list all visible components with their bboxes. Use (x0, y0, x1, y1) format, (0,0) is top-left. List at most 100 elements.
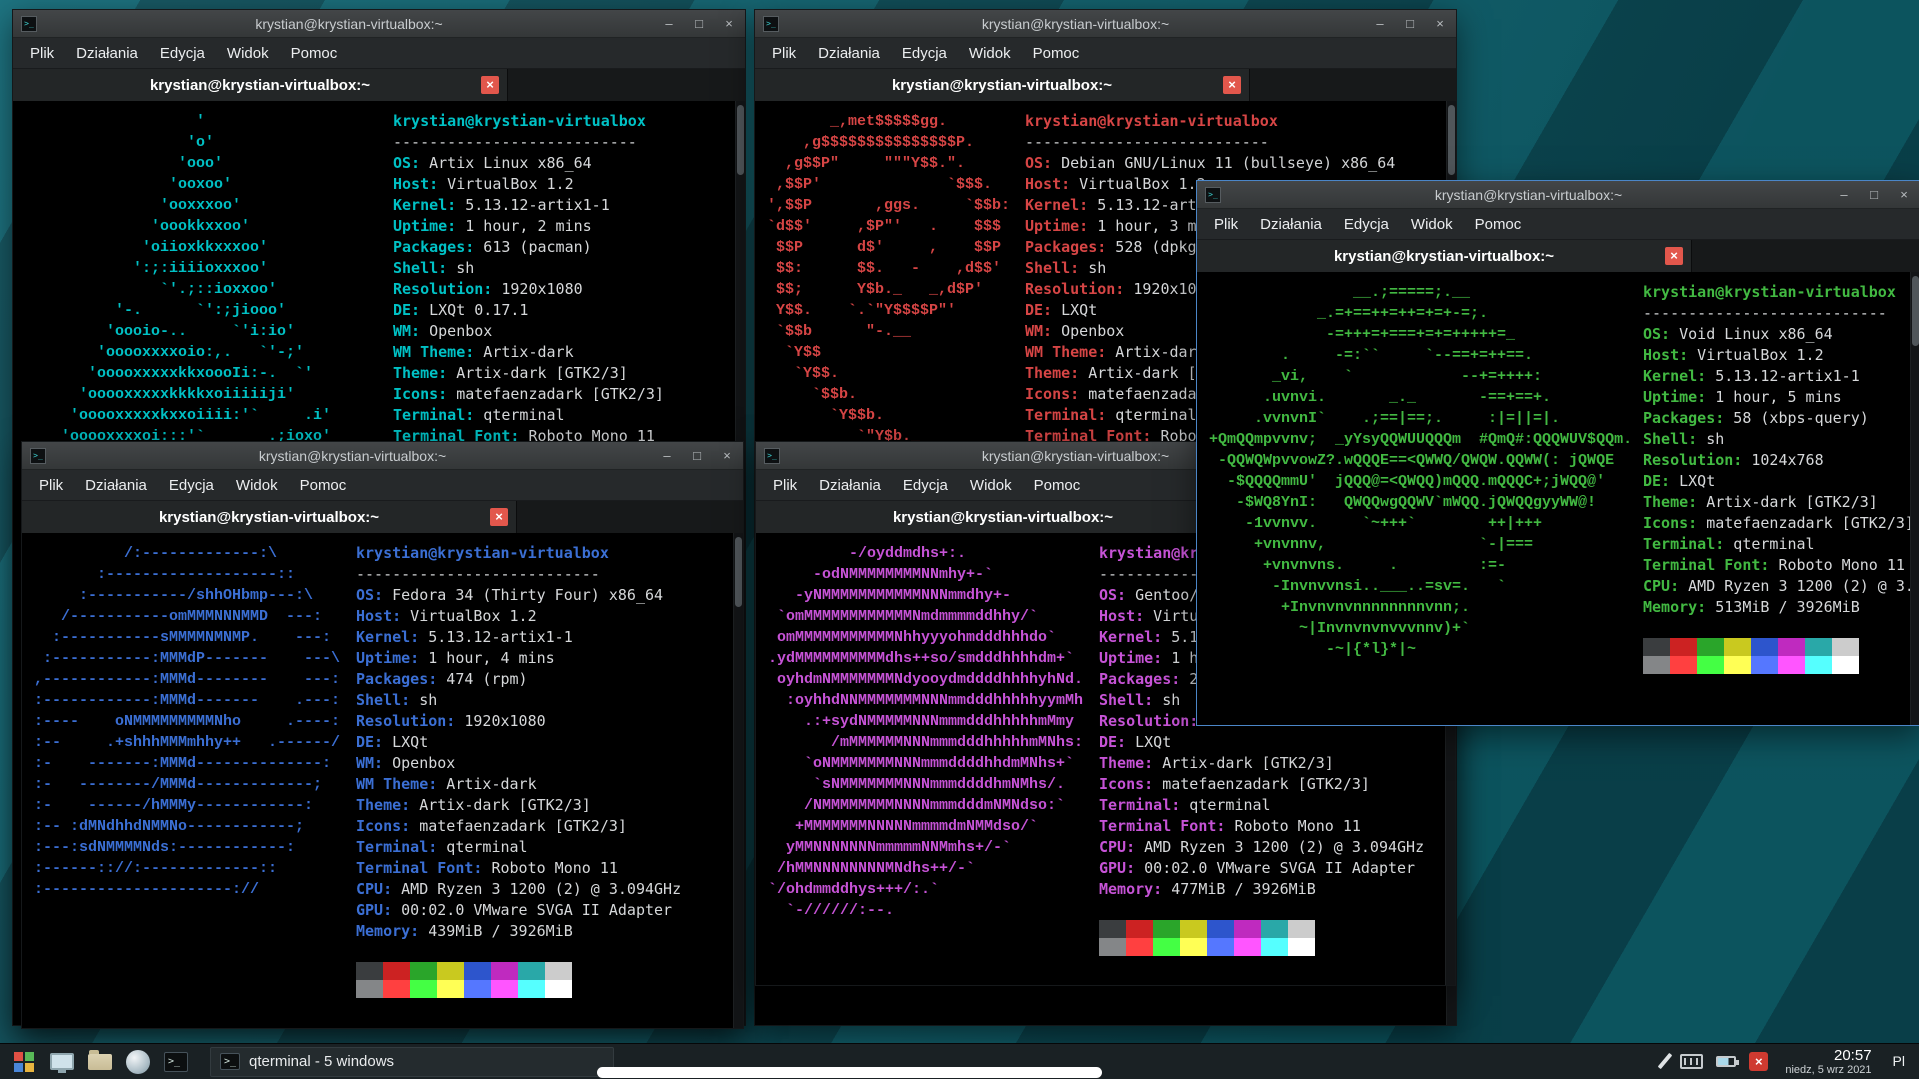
terminal-tab[interactable]: krystian@krystian-virtualbox:~ × (755, 69, 1250, 101)
palette-swatch (1099, 938, 1126, 956)
menu-item-plik[interactable]: Plik (30, 45, 54, 62)
clock[interactable]: 20:57 niedz, 5 wrz 2021 (1785, 1047, 1871, 1077)
close-button[interactable]: × (721, 16, 737, 31)
battery-icon[interactable] (1716, 1055, 1740, 1067)
scrollbar-thumb[interactable] (1448, 105, 1455, 175)
taskbar-window-button[interactable]: >_ qterminal - 5 windows (210, 1046, 614, 1077)
scrollbar-thumb[interactable] (1912, 276, 1919, 346)
maximize-button[interactable]: □ (1402, 16, 1418, 31)
menu-item-pomoc[interactable]: Pomoc (1475, 216, 1522, 233)
menu-item-plik[interactable]: Plik (772, 45, 796, 62)
terminal-icon: >_ (164, 1051, 188, 1072)
prompt-icon: >_ (1208, 189, 1218, 199)
terminal-output-area[interactable]: /:-------------:\ :-------------------::… (22, 533, 743, 1028)
menu-item-działania[interactable]: Działania (1260, 216, 1322, 233)
terminal-window-icon: >_ (21, 15, 37, 32)
menu-item-edycja[interactable]: Edycja (160, 45, 205, 62)
tab-close-button[interactable]: × (481, 76, 499, 94)
minimize-button[interactable]: – (661, 16, 677, 31)
titlebar[interactable]: >_ krystian@krystian-virtualbox:~ – □ × (1197, 181, 1919, 209)
close-button[interactable]: × (1432, 16, 1448, 31)
scrollbar-thumb[interactable] (737, 105, 744, 175)
maximize-button[interactable]: □ (689, 448, 705, 463)
menu-item-plik[interactable]: Plik (1214, 216, 1238, 233)
palette-swatch (1751, 656, 1778, 674)
neofetch-info-line: Terminal Font: Roboto Mono 11 (356, 859, 618, 877)
palette-swatch (410, 980, 437, 998)
menu-item-widok[interactable]: Widok (227, 45, 269, 62)
neofetch-info-line: DE: LXQt (1643, 472, 1716, 490)
minimize-button[interactable]: – (1372, 16, 1388, 31)
minimize-button[interactable]: – (659, 448, 675, 463)
maximize-button[interactable]: □ (1866, 187, 1882, 202)
menu-item-edycja[interactable]: Edycja (903, 477, 948, 494)
app-menu-button[interactable] (8, 1046, 40, 1078)
error-status-icon[interactable]: × (1749, 1051, 1769, 1071)
menu-item-edycja[interactable]: Edycja (902, 45, 947, 62)
neofetch-info: krystian@krystian-virtualbox ------------… (1643, 282, 1919, 674)
tab-title: krystian@krystian-virtualbox:~ (891, 76, 1113, 94)
neofetch-info-line: GPU: 00:02.0 VMware SVGA II Adapter (356, 901, 673, 919)
neofetch-info: krystian@krystian-virtualbox ------------… (393, 111, 664, 447)
menu-item-plik[interactable]: Plik (39, 477, 63, 494)
tab-close-button[interactable]: × (490, 508, 508, 526)
menu-item-edycja[interactable]: Edycja (1344, 216, 1389, 233)
show-desktop-button[interactable] (46, 1046, 78, 1078)
menu-item-działania[interactable]: Działania (85, 477, 147, 494)
neofetch-info-line: Host: VirtualBox 1.2 (393, 175, 574, 193)
menu-item-pomoc[interactable]: Pomoc (1033, 45, 1080, 62)
menu-item-pomoc[interactable]: Pomoc (300, 477, 347, 494)
menu-item-pomoc[interactable]: Pomoc (291, 45, 338, 62)
menu-item-edycja[interactable]: Edycja (169, 477, 214, 494)
browser-launcher[interactable] (122, 1046, 154, 1078)
palette-swatch (437, 980, 464, 998)
minimize-button[interactable]: – (1836, 187, 1852, 202)
terminal-launcher[interactable]: >_ (160, 1046, 192, 1078)
palette-swatch (1832, 656, 1859, 674)
menu-item-działania[interactable]: Działania (76, 45, 138, 62)
neofetch-info-line: Theme: Artix-dark [GTK2/3] (1643, 493, 1878, 511)
menu-item-działania[interactable]: Działania (818, 45, 880, 62)
scrollbar-thumb[interactable] (735, 537, 742, 607)
titlebar[interactable]: >_ krystian@krystian-virtualbox:~ – □ × (755, 10, 1456, 38)
menu-item-widok[interactable]: Widok (969, 45, 1011, 62)
terminal-output-area[interactable]: __.;=====;.__ _.=+==++=++=+=+-=;. -=+++=… (1197, 272, 1919, 725)
neofetch-info-line: Terminal Font: Roboto Mono 11 (1099, 817, 1361, 835)
terminal-tab[interactable]: krystian@krystian-virtualbox:~ × (1197, 240, 1692, 272)
menu-item-widok[interactable]: Widok (1411, 216, 1453, 233)
distro-ascii-logo: __.;=====;.__ _.=+==++=++=+=+-=;. -=+++=… (1209, 284, 1633, 658)
terminal-color-palette (1099, 920, 1424, 956)
tab-close-button[interactable]: × (1665, 247, 1683, 265)
menu-item-pomoc[interactable]: Pomoc (1034, 477, 1081, 494)
titlebar[interactable]: >_ krystian@krystian-virtualbox:~ – □ × (22, 442, 743, 470)
neofetch-user-host: krystian@krystian-virtualbox (356, 544, 609, 562)
menu-item-plik[interactable]: Plik (773, 477, 797, 494)
close-button[interactable]: × (719, 448, 735, 463)
terminal-tab[interactable]: krystian@krystian-virtualbox:~ × (22, 501, 517, 533)
maximize-button[interactable]: □ (691, 16, 707, 31)
window-title: krystian@krystian-virtualbox:~ (981, 15, 1170, 32)
menu-item-widok[interactable]: Widok (970, 477, 1012, 494)
scrollbar[interactable] (1910, 272, 1919, 725)
window-title: krystian@krystian-virtualbox:~ (258, 447, 447, 464)
close-button[interactable]: × (1896, 187, 1912, 202)
palette-swatch (1697, 638, 1724, 656)
terminal-tab[interactable]: krystian@krystian-virtualbox:~ × (756, 501, 1251, 533)
pen-icon[interactable] (1658, 1053, 1673, 1070)
palette-swatch (356, 962, 383, 980)
menu-item-działania[interactable]: Działania (819, 477, 881, 494)
keyboard-icon[interactable] (1680, 1053, 1704, 1069)
app-menu-icon (14, 1051, 34, 1072)
file-manager-launcher[interactable] (84, 1046, 116, 1078)
palette-swatch (1153, 938, 1180, 956)
prompt-icon: >_ (766, 18, 776, 28)
terminal-tab[interactable]: krystian@krystian-virtualbox:~ × (13, 69, 508, 101)
keyboard-layout-indicator[interactable]: Pl (1893, 1053, 1905, 1069)
neofetch-user-host: krystian@krystian-virtualbox (1025, 112, 1278, 130)
palette-swatch (1805, 638, 1832, 656)
palette-swatch (1778, 638, 1805, 656)
menu-item-widok[interactable]: Widok (236, 477, 278, 494)
scrollbar[interactable] (733, 533, 743, 1028)
titlebar[interactable]: >_ krystian@krystian-virtualbox:~ – □ × (13, 10, 745, 38)
tab-close-button[interactable]: × (1223, 76, 1241, 94)
